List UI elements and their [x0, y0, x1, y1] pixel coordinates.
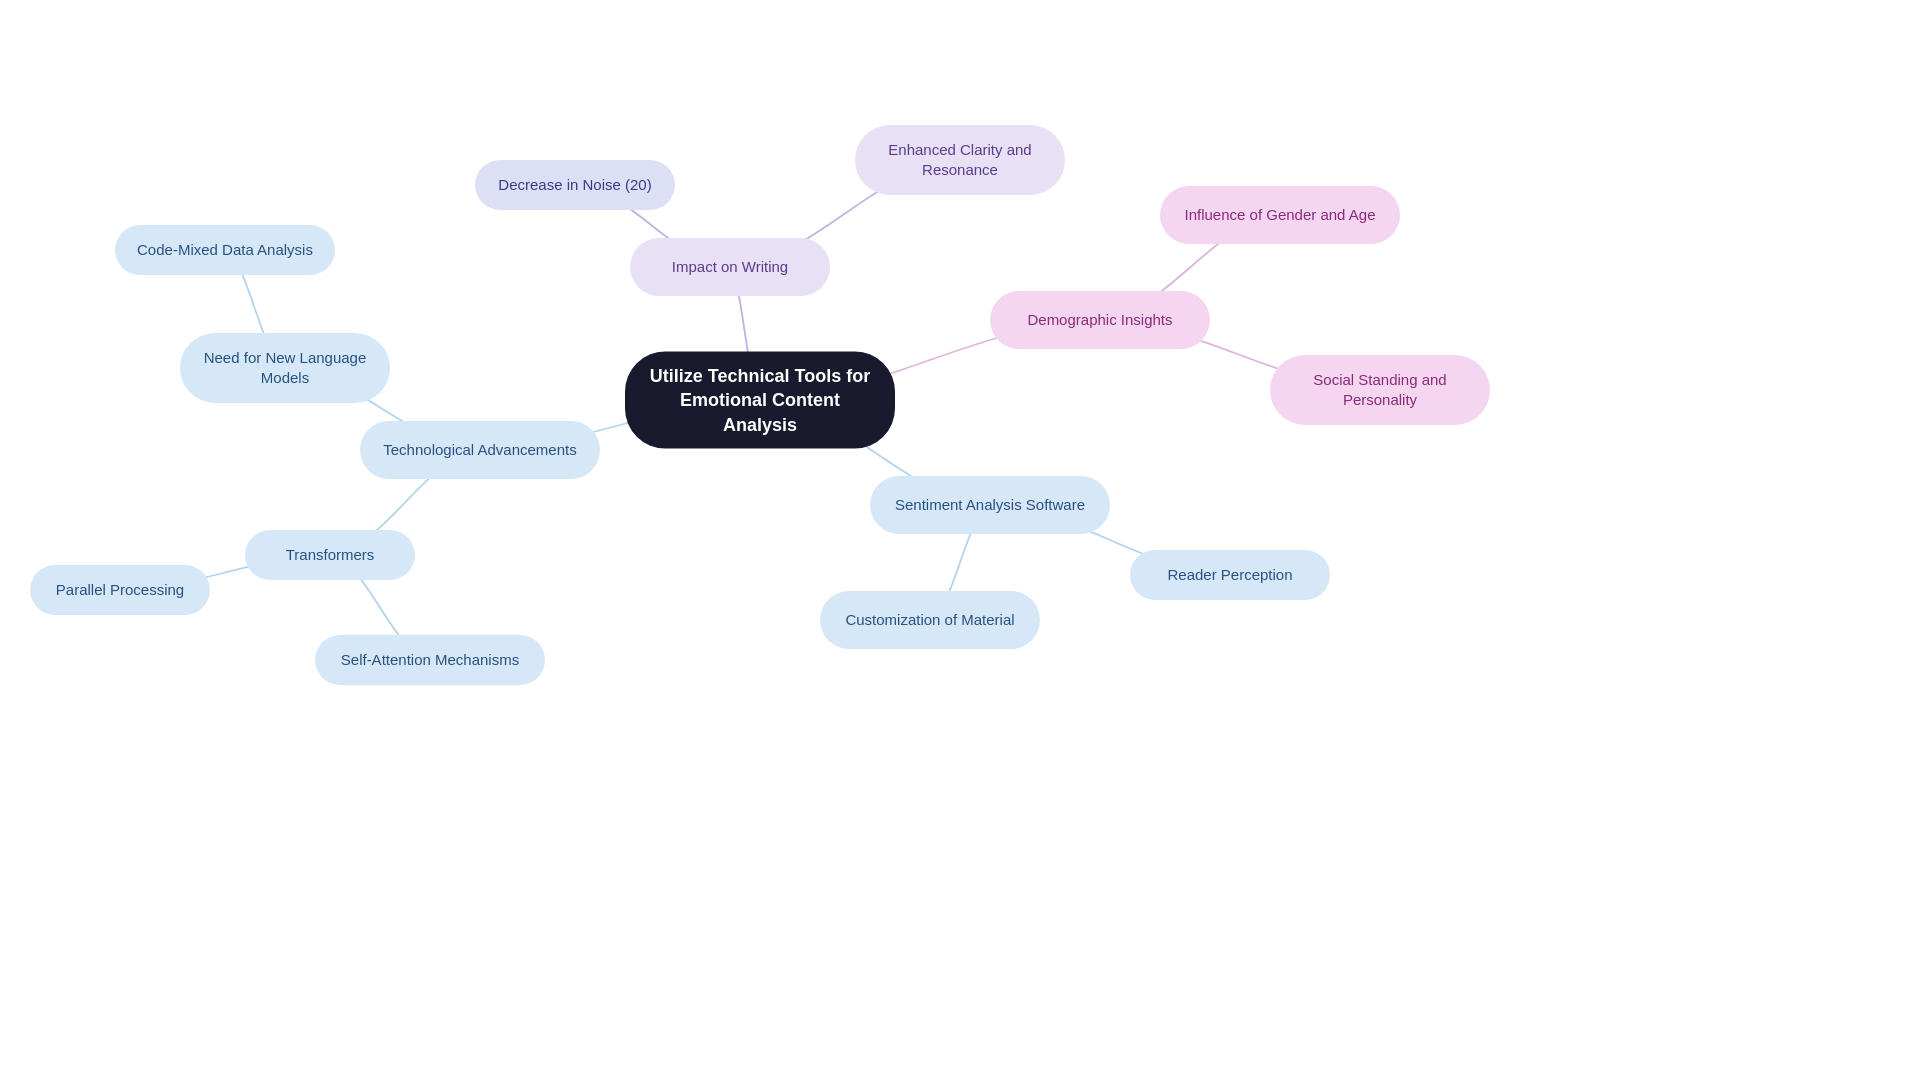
node-customization: Customization of Material: [820, 591, 1040, 649]
node-enhanced-clarity: Enhanced Clarity and Resonance: [855, 125, 1065, 195]
node-code-mixed: Code-Mixed Data Analysis: [115, 225, 335, 275]
mind-map: Utilize Technical Tools for Emotional Co…: [0, 0, 1920, 1083]
node-sentiment-software: Sentiment Analysis Software: [870, 476, 1110, 534]
node-tech-advancements: Technological Advancements: [360, 421, 600, 479]
node-influence-gender: Influence of Gender and Age: [1160, 186, 1400, 244]
node-decrease-noise: Decrease in Noise (20): [475, 160, 675, 210]
node-transformers: Transformers: [245, 530, 415, 580]
center-node: Utilize Technical Tools for Emotional Co…: [625, 352, 895, 449]
node-reader-perception: Reader Perception: [1130, 550, 1330, 600]
node-impact-writing: Impact on Writing: [630, 238, 830, 296]
node-social-standing: Social Standing and Personality: [1270, 355, 1490, 425]
node-parallel-processing: Parallel Processing: [30, 565, 210, 615]
node-self-attention: Self-Attention Mechanisms: [315, 635, 545, 685]
node-demographic-insights: Demographic Insights: [990, 291, 1210, 349]
node-need-language: Need for New Language Models: [180, 333, 390, 403]
